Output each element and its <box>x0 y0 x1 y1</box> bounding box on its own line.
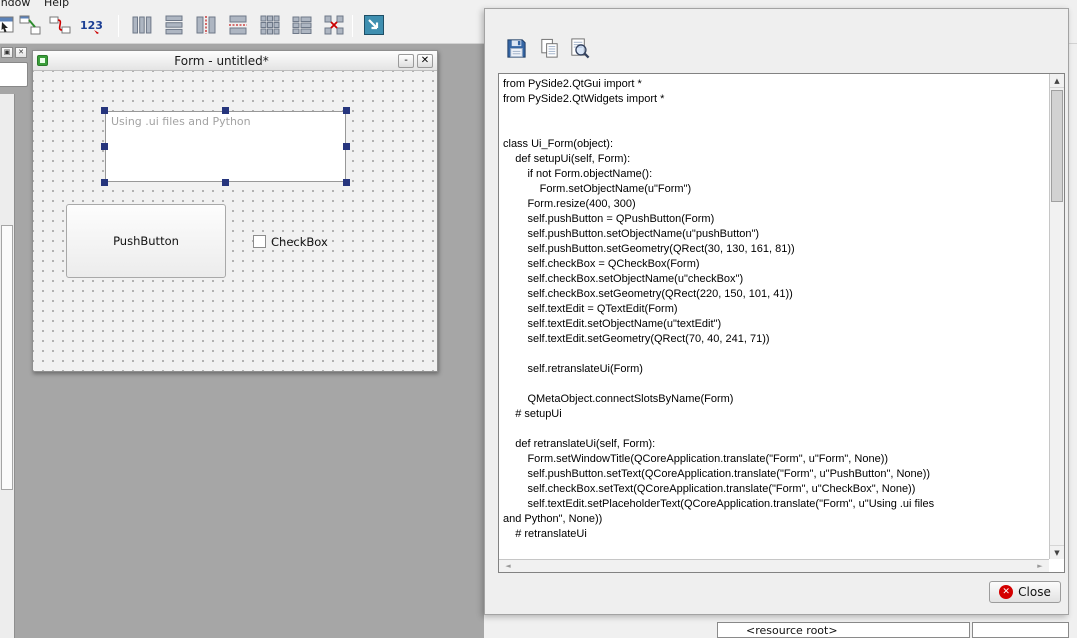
scrollbar-thumb[interactable] <box>1051 90 1063 202</box>
close-button-label: Close <box>1018 585 1051 599</box>
minimize-button[interactable]: - <box>398 54 414 68</box>
minimize-icon: - <box>404 55 408 66</box>
resize-handle-se[interactable] <box>343 179 350 186</box>
resource-root-label: <resource root> <box>746 624 838 637</box>
break-layout-button[interactable] <box>320 12 348 40</box>
menu-help[interactable]: Help <box>44 0 69 9</box>
code-view[interactable]: from PySide2.QtGui import * from PySide2… <box>498 73 1065 573</box>
resource-root-item[interactable]: <resource root> <box>717 622 970 638</box>
resource-panel-fragment <box>972 622 1069 638</box>
form-icon <box>37 55 48 66</box>
edit-buddies-icon <box>48 13 72 40</box>
toolbar-separator <box>118 15 119 37</box>
layout-vertical-button[interactable] <box>160 12 188 40</box>
break-layout-icon <box>322 13 346 40</box>
layout-splitter-horizontal-icon <box>194 13 218 40</box>
resize-handle-sw[interactable] <box>101 179 108 186</box>
copy-icon <box>538 37 561 63</box>
layout-horizontal-button[interactable] <box>128 12 156 40</box>
generated-python-code[interactable]: from PySide2.QtGui import * from PySide2… <box>499 74 1049 559</box>
edit-widgets-icon <box>0 13 16 40</box>
layout-horizontal-icon <box>130 13 154 40</box>
left-panel-scrollbar[interactable] <box>0 94 15 638</box>
layout-splitter-vertical-icon <box>226 13 250 40</box>
scroll-down-icon[interactable]: ▼ <box>1050 545 1064 559</box>
resize-handle-n[interactable] <box>222 107 229 114</box>
layout-grid-icon <box>258 13 282 40</box>
code-preview-dialog: from PySide2.QtGui import * from PySide2… <box>484 8 1069 615</box>
close-button[interactable]: ✕ <box>417 54 433 68</box>
save-icon <box>505 37 528 63</box>
scroll-up-icon[interactable]: ▲ <box>1050 74 1064 88</box>
dock-float-button[interactable]: ▣ <box>1 47 13 58</box>
layout-form-icon <box>290 13 314 40</box>
menu-window[interactable]: Window <box>0 0 30 9</box>
layout-splitter-horizontal-button[interactable] <box>192 12 220 40</box>
edit-signals-slots-button[interactable] <box>16 12 44 40</box>
textedit-widget[interactable]: Using .ui files and Python <box>105 111 346 182</box>
widgetbox-filter-input[interactable] <box>0 62 28 87</box>
find-icon <box>568 37 591 63</box>
scroll-right-icon[interactable]: ► <box>1033 560 1047 572</box>
layout-splitter-vertical-button[interactable] <box>224 12 252 40</box>
copy-button[interactable] <box>536 37 562 63</box>
edit-tab-order-button[interactable]: 123 <box>76 12 104 40</box>
layout-vertical-icon <box>162 13 186 40</box>
svg-text:123: 123 <box>80 19 102 32</box>
adjust-size-button[interactable] <box>360 12 388 40</box>
form-canvas[interactable]: Using .ui files and Python PushButton Ch… <box>33 71 437 371</box>
edit-tab-order-icon: 123 <box>78 13 102 40</box>
checkbox-indicator[interactable] <box>253 235 266 248</box>
find-button[interactable] <box>566 37 592 63</box>
pushbutton-widget[interactable]: PushButton <box>66 204 226 278</box>
resize-handle-s[interactable] <box>222 179 229 186</box>
adjust-size-icon <box>362 13 386 40</box>
form-editor-window: Form - untitled* - ✕ Using .ui files and… <box>32 50 438 372</box>
resize-handle-w[interactable] <box>101 143 108 150</box>
close-icon: ✕ <box>421 55 429 66</box>
dock-close-button[interactable]: ✕ <box>15 47 27 58</box>
horizontal-scrollbar[interactable]: ◄ ► <box>499 559 1049 572</box>
form-window-titlebar[interactable]: Form - untitled* - ✕ <box>33 51 437 71</box>
close-icon: ✕ <box>18 48 24 56</box>
checkbox-label: CheckBox <box>271 235 328 249</box>
form-window-title: Form - untitled* <box>48 54 395 68</box>
float-icon: ▣ <box>4 48 11 56</box>
close-dialog-button[interactable]: ✕ Close <box>989 581 1061 603</box>
textedit-widget-selection: Using .ui files and Python <box>105 111 346 182</box>
checkbox-widget[interactable]: CheckBox <box>253 221 354 262</box>
layout-form-button[interactable] <box>288 12 316 40</box>
resize-handle-e[interactable] <box>343 143 350 150</box>
edit-buddies-button[interactable] <box>46 12 74 40</box>
qt-designer-app: Window Help 123 <box>0 0 1077 638</box>
layout-grid-button[interactable] <box>256 12 284 40</box>
toolbar-separator <box>352 15 353 37</box>
scrollbar-thumb[interactable] <box>1 225 13 490</box>
close-circle-icon: ✕ <box>999 585 1013 599</box>
resize-handle-nw[interactable] <box>101 107 108 114</box>
edit-signals-slots-icon <box>18 13 42 40</box>
resize-handle-ne[interactable] <box>343 107 350 114</box>
vertical-scrollbar[interactable]: ▲ ▼ <box>1049 74 1064 559</box>
scroll-left-icon[interactable]: ◄ <box>501 560 515 572</box>
save-button[interactable] <box>503 37 529 63</box>
